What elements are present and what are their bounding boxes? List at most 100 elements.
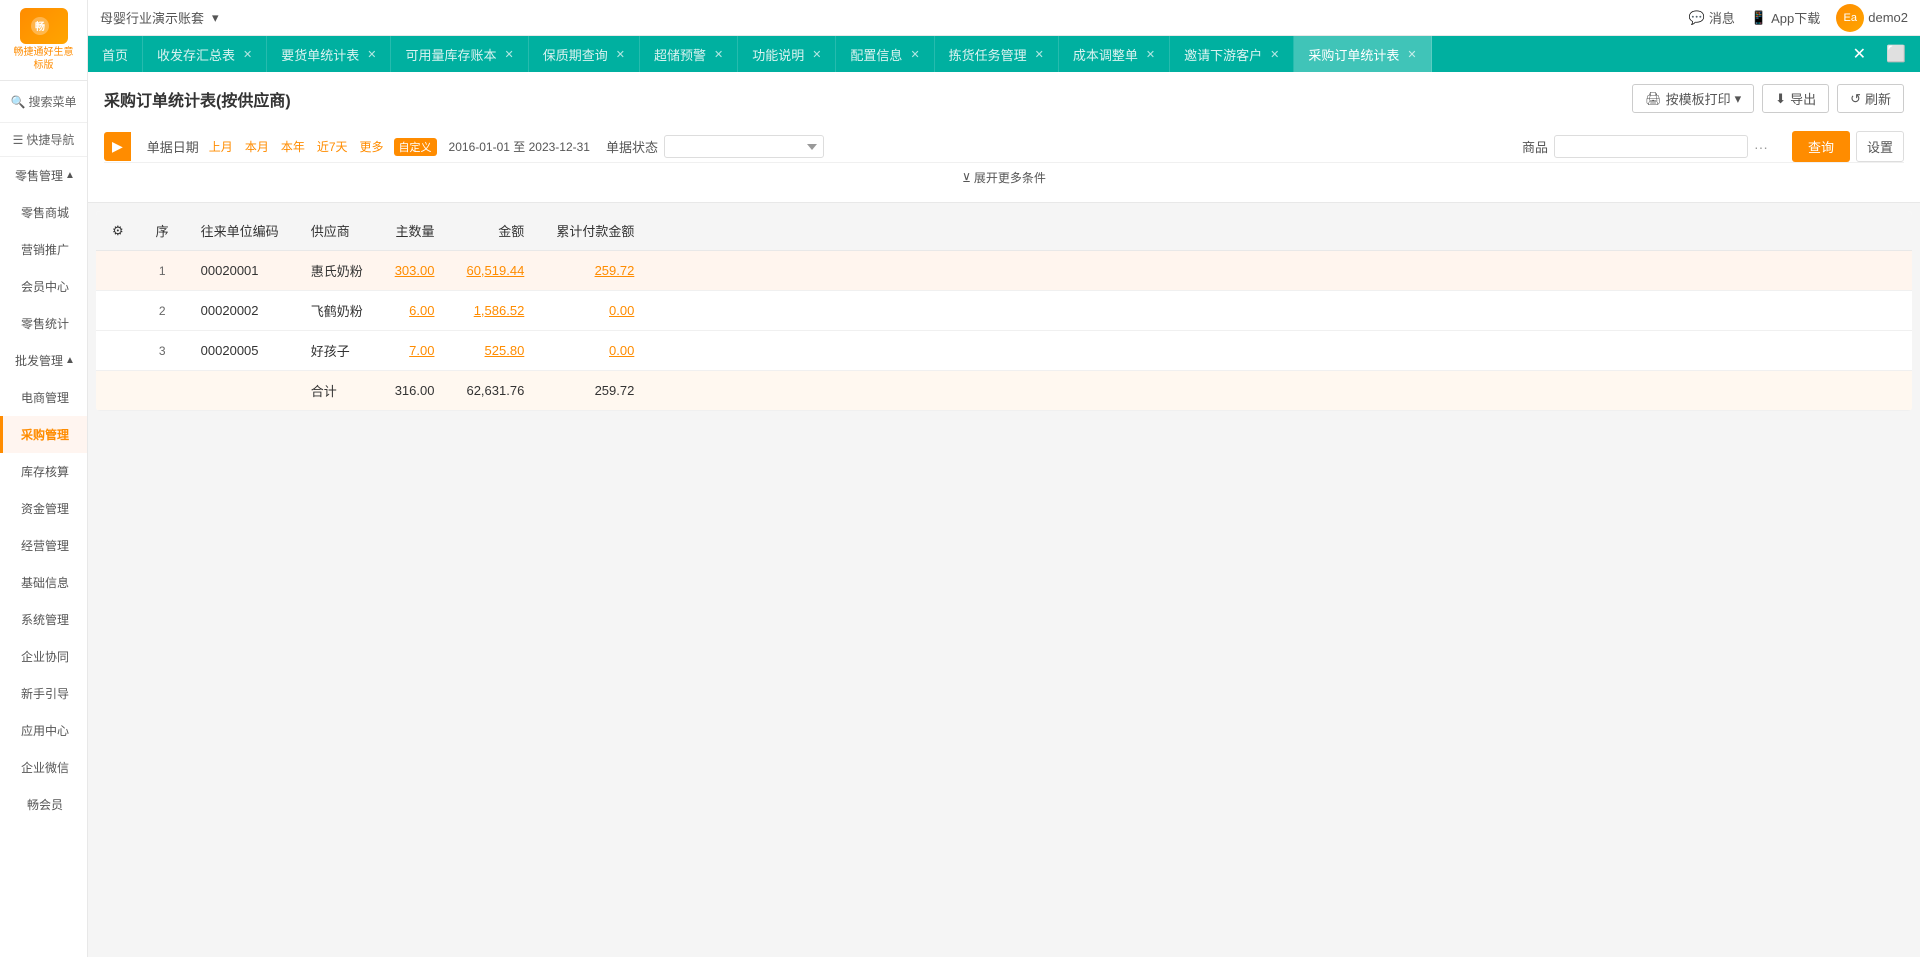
nav-tab-receive-send[interactable]: 收发存汇总表✕: [143, 36, 267, 72]
app-download-button[interactable]: 📱 App下载: [1751, 8, 1820, 27]
sidebar-item-ecommerce-mgmt[interactable]: 电商管理: [0, 379, 87, 416]
workspace-dropdown-icon[interactable]: ▾: [212, 10, 219, 26]
message-button[interactable]: 💬 消息: [1689, 8, 1735, 27]
nav-tab-invite-downstream[interactable]: 邀请下游客户✕: [1170, 36, 1294, 72]
nav-tab-overstock-warning[interactable]: 超储预警✕: [640, 36, 738, 72]
sidebar-item-label-purchase-mgmt: 采购管理: [21, 428, 69, 442]
cell-quantity[interactable]: 303.00: [379, 251, 451, 291]
sidebar-item-label-retail-mgmt: 零售管理: [15, 167, 63, 184]
app-download-label: App下载: [1771, 8, 1820, 27]
user-profile[interactable]: Ea demo2: [1836, 4, 1908, 32]
cell-paid-amount[interactable]: 0.00: [540, 331, 650, 371]
expand-icon: ⊻: [962, 171, 971, 185]
collapse-filter-button[interactable]: ▶: [104, 132, 131, 161]
sidebar-search-area[interactable]: 🔍 搜索菜单: [0, 81, 87, 123]
nav-tab-pick-task[interactable]: 拣货任务管理✕: [935, 36, 1059, 72]
tab-label-function-desc: 功能说明: [752, 45, 804, 64]
goods-more-btn[interactable]: ···: [1754, 139, 1768, 155]
tab-close-overstock-warning[interactable]: ✕: [714, 48, 723, 61]
sidebar-item-enterprise-wechat[interactable]: 企业微信: [0, 749, 87, 786]
goods-input[interactable]: [1554, 135, 1748, 158]
tab-close-invite-downstream[interactable]: ✕: [1270, 48, 1279, 61]
nav-tab-cost-adjust[interactable]: 成本调整单✕: [1059, 36, 1170, 72]
date-shortcut-上月[interactable]: 上月: [205, 137, 237, 156]
nav-tab-order-stats[interactable]: 要货单统计表✕: [267, 36, 391, 72]
table-body: 1 00020001 惠氏奶粉 303.00 60,519.44 259.72 …: [96, 251, 1912, 371]
sidebar-item-operations-mgmt[interactable]: 经营管理: [0, 527, 87, 564]
footer-settings: [96, 371, 140, 411]
cell-num: 2: [140, 291, 185, 331]
sidebar-item-system-mgmt[interactable]: 系统管理: [0, 601, 87, 638]
filter-row-main: ▶ 单据日期 上月本月本年近7天更多 自定义 2016-01-01 至 2023…: [104, 131, 1904, 162]
filter-action-buttons: 查询 设置: [1792, 131, 1904, 162]
col-supplier-code: 往来单位编码: [185, 211, 295, 251]
nav-tab-expiry-query[interactable]: 保质期查询✕: [529, 36, 640, 72]
sidebar-item-app-center[interactable]: 应用中心: [0, 712, 87, 749]
search-menu-button[interactable]: 🔍 搜索菜单: [6, 89, 81, 114]
cell-paid-amount[interactable]: 0.00: [540, 291, 650, 331]
sidebar-item-label-retail-stats: 零售统计: [21, 317, 69, 331]
tab-close-purchase-stats[interactable]: ✕: [1407, 48, 1416, 61]
status-select[interactable]: [664, 135, 824, 158]
sidebar: 畅 畅捷通好生意 标版 🔍 搜索菜单 ☰ 快捷导航 零售管理▲零售商城营销推广会…: [0, 0, 88, 957]
sidebar-item-marketing[interactable]: 营销推广: [0, 231, 87, 268]
close-all-tabs-button[interactable]: ✕: [1847, 42, 1872, 66]
cell-supplier-code: 00020005: [185, 331, 295, 371]
sidebar-item-new-guide[interactable]: 新手引导: [0, 675, 87, 712]
tab-close-config-info[interactable]: ✕: [910, 48, 919, 61]
sidebar-item-finance-mgmt[interactable]: 资金管理: [0, 490, 87, 527]
sidebar-item-retail-store[interactable]: 零售商城: [0, 194, 87, 231]
export-button[interactable]: ⬇ 导出: [1762, 84, 1829, 113]
cell-amount[interactable]: 525.80: [450, 331, 540, 371]
footer-quantity: 316.00: [379, 371, 451, 411]
nav-tab-home[interactable]: 首页: [88, 36, 143, 72]
main-area: 母婴行业演示账套 ▾ 💬 消息 📱 App下载 Ea demo2 首页收发存汇总…: [88, 0, 1920, 957]
tab-close-receive-send[interactable]: ✕: [243, 48, 252, 61]
sidebar-item-inventory-check[interactable]: 库存核算: [0, 453, 87, 490]
sidebar-item-vip-member[interactable]: 畅会员: [0, 786, 87, 823]
sidebar-item-member-center[interactable]: 会员中心: [0, 268, 87, 305]
query-button[interactable]: 查询: [1792, 131, 1850, 162]
refresh-button[interactable]: ↺ 刷新: [1837, 84, 1904, 113]
date-shortcut-更多[interactable]: 更多: [356, 137, 388, 156]
sidebar-item-label-ecommerce-mgmt: 电商管理: [21, 391, 69, 405]
col-settings[interactable]: ⚙: [96, 211, 140, 251]
nav-tab-function-desc[interactable]: 功能说明 ✕: [738, 36, 836, 72]
cell-quantity[interactable]: 6.00: [379, 291, 451, 331]
cell-amount[interactable]: 60,519.44: [450, 251, 540, 291]
maximize-button[interactable]: ⬜: [1880, 42, 1912, 66]
tab-close-cost-adjust[interactable]: ✕: [1146, 48, 1155, 61]
sidebar-item-enterprise-collab[interactable]: 企业协同: [0, 638, 87, 675]
nav-tab-config-info[interactable]: 配置信息 ✕: [836, 36, 934, 72]
date-shortcut-本月[interactable]: 本月: [241, 137, 273, 156]
date-shortcut-近7天[interactable]: 近7天: [313, 137, 352, 156]
cell-supplier-code: 00020002: [185, 291, 295, 331]
sidebar-item-wholesale-mgmt[interactable]: 批发管理▲: [0, 342, 87, 379]
sidebar-item-retail-stats[interactable]: 零售统计: [0, 305, 87, 342]
page-inner: 采购订单统计表(按供应商) 🖨 按模板打印 ▾ ⬇ 导出 ↺ 刷新: [88, 72, 1920, 957]
print-button[interactable]: 🖨 按模板打印 ▾: [1632, 84, 1754, 113]
filter-settings-button[interactable]: 设置: [1856, 131, 1904, 162]
search-icon: 🔍: [11, 95, 26, 109]
date-shortcut-本年[interactable]: 本年: [277, 137, 309, 156]
tab-close-expiry-query[interactable]: ✕: [616, 48, 625, 61]
quick-nav-button[interactable]: ☰ 快捷导航: [6, 127, 81, 152]
tab-close-order-stats[interactable]: ✕: [367, 48, 376, 61]
sidebar-item-label-finance-mgmt: 资金管理: [21, 502, 69, 516]
expand-more-conditions-button[interactable]: ⊻ 展开更多条件: [962, 169, 1046, 186]
cell-amount[interactable]: 1,586.52: [450, 291, 540, 331]
tab-close-pick-task[interactable]: ✕: [1035, 48, 1044, 61]
tab-close-function-desc[interactable]: ✕: [812, 48, 821, 61]
tab-label-config-info: 配置信息: [850, 45, 902, 64]
nav-tab-available-stock[interactable]: 可用量库存账本✕: [391, 36, 528, 72]
sidebar-item-purchase-mgmt[interactable]: 采购管理: [0, 416, 87, 453]
tab-close-available-stock[interactable]: ✕: [505, 48, 514, 61]
cell-paid-amount[interactable]: 259.72: [540, 251, 650, 291]
nav-tab-purchase-stats[interactable]: 采购订单统计表✕: [1294, 36, 1431, 72]
sidebar-item-retail-mgmt[interactable]: 零售管理▲: [0, 157, 87, 194]
cell-quantity[interactable]: 7.00: [379, 331, 451, 371]
table-container: ⚙ 序 往来单位编码 供应商 主数量 金额 累计付款金额 1 00: [96, 211, 1912, 411]
quick-nav-area[interactable]: ☰ 快捷导航: [0, 123, 87, 157]
sidebar-item-basic-info[interactable]: 基础信息: [0, 564, 87, 601]
nav-icon: ☰: [13, 133, 24, 147]
